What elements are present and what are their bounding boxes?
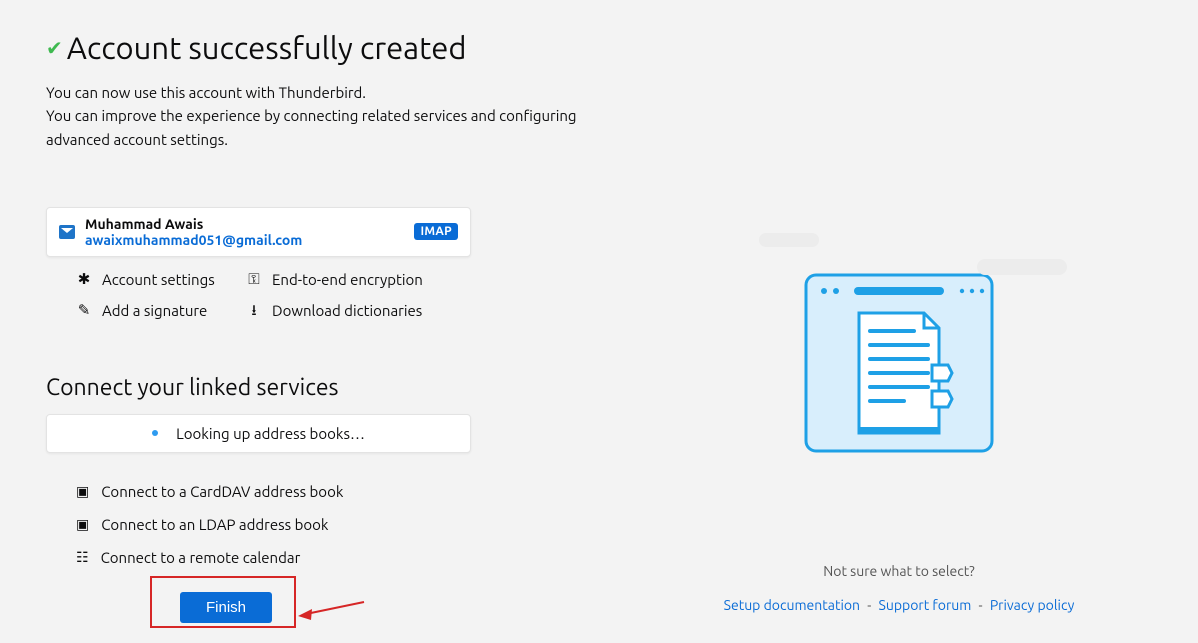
address-book-icon: ▣ xyxy=(76,517,89,531)
check-icon: ✔ xyxy=(46,38,63,58)
separator: - xyxy=(867,597,871,613)
loading-dot-icon xyxy=(152,430,158,436)
pencil-icon: ✎ xyxy=(76,302,92,318)
download-icon: ⭳ xyxy=(246,302,262,318)
account-card: Muhammad Awais awaixmuhammad051@gmail.co… xyxy=(46,207,471,257)
option-label: Account settings xyxy=(102,271,215,288)
page-root: ✔ Account successfully created You can n… xyxy=(0,0,1198,643)
separator: - xyxy=(979,597,983,613)
connect-carddav-link[interactable]: ▣ Connect to a CardDAV address book xyxy=(76,483,606,500)
linked-services-list: ▣ Connect to a CardDAV address book ▣ Co… xyxy=(76,483,606,566)
account-options: ✱ Account settings ⚿ End-to-end encrypti… xyxy=(76,271,606,319)
support-forum-link[interactable]: Support forum xyxy=(879,597,972,613)
link-label: Connect to a remote calendar xyxy=(101,549,301,566)
option-label: End-to-end encryption xyxy=(272,271,423,288)
account-name: Muhammad Awais xyxy=(85,216,302,232)
page-title: Account successfully created xyxy=(67,30,467,65)
cloud-icon xyxy=(759,233,819,247)
address-book-icon: ▣ xyxy=(76,484,89,498)
illustration xyxy=(759,203,1039,523)
mail-icon xyxy=(59,225,75,239)
privacy-policy-link[interactable]: Privacy policy xyxy=(990,597,1075,613)
setup-docs-link[interactable]: Setup documentation xyxy=(724,597,860,613)
protocol-badge: IMAP xyxy=(414,223,458,240)
help-prompt: Not sure what to select? xyxy=(823,563,974,579)
intro-line-1: You can now use this account with Thunde… xyxy=(46,81,606,104)
document-window-icon xyxy=(804,273,994,453)
link-label: Connect to an LDAP address book xyxy=(101,516,328,533)
annotation-arrow-icon xyxy=(298,600,366,624)
finish-area: Finish xyxy=(180,592,370,623)
cloud-icon xyxy=(977,259,1067,275)
option-label: Download dictionaries xyxy=(272,302,422,319)
heading-row: ✔ Account successfully created xyxy=(46,30,606,65)
linked-services-heading: Connect your linked services xyxy=(46,375,606,400)
intro-line-2: You can improve the experience by connec… xyxy=(46,104,606,151)
lookup-status-text: Looking up address books… xyxy=(176,425,365,442)
account-email: awaixmuhammad051@gmail.com xyxy=(85,232,302,248)
gear-icon: ✱ xyxy=(76,271,92,287)
connect-calendar-link[interactable]: ☷ Connect to a remote calendar xyxy=(76,549,606,566)
key-icon: ⚿ xyxy=(246,271,262,287)
annotation-highlight-box xyxy=(150,576,296,628)
link-label: Connect to a CardDAV address book xyxy=(101,483,343,500)
intro-text: You can now use this account with Thunde… xyxy=(46,81,606,151)
option-label: Add a signature xyxy=(102,302,207,319)
calendar-icon: ☷ xyxy=(76,550,89,564)
account-settings-link[interactable]: ✱ Account settings xyxy=(76,271,246,288)
left-column: ✔ Account successfully created You can n… xyxy=(46,30,606,623)
account-info: Muhammad Awais awaixmuhammad051@gmail.co… xyxy=(85,216,302,248)
help-links: Setup documentation - Support forum - Pr… xyxy=(724,597,1075,613)
right-column: Not sure what to select? Setup documenta… xyxy=(646,30,1152,623)
download-dictionaries-link[interactable]: ⭳ Download dictionaries xyxy=(246,302,466,319)
e2e-encryption-link[interactable]: ⚿ End-to-end encryption xyxy=(246,271,466,288)
lookup-status-card: Looking up address books… xyxy=(46,414,471,453)
add-signature-link[interactable]: ✎ Add a signature xyxy=(76,302,246,319)
connect-ldap-link[interactable]: ▣ Connect to an LDAP address book xyxy=(76,516,606,533)
